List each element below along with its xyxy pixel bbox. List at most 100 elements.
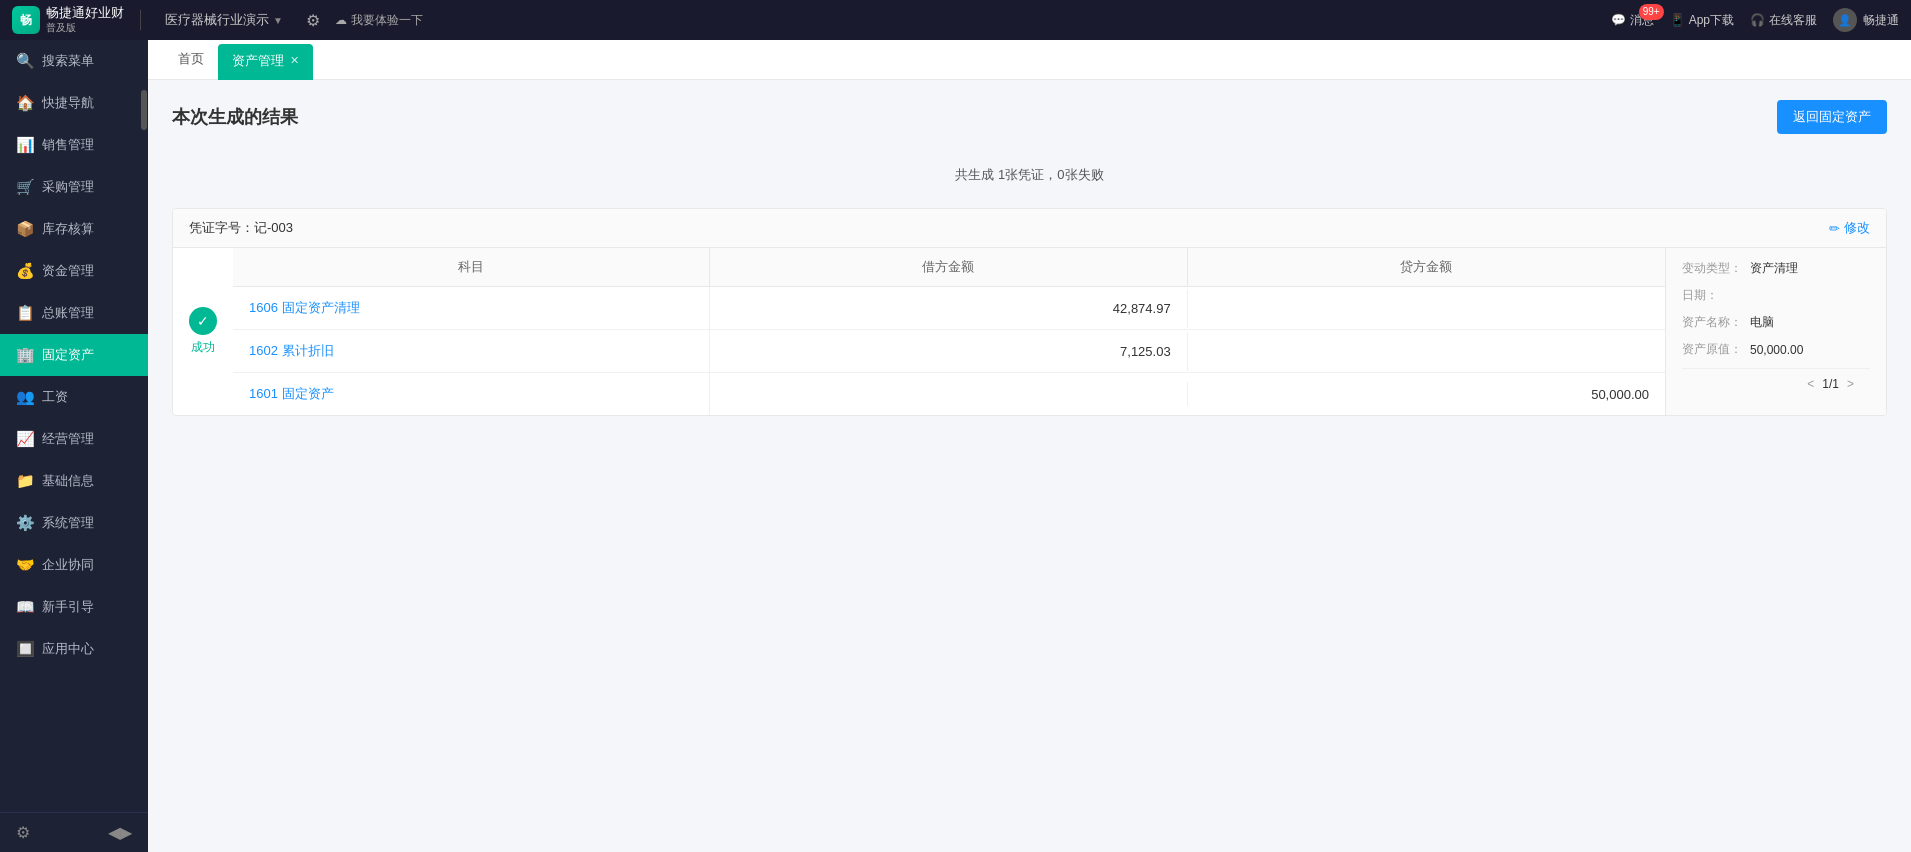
table-row: 1602 累计折旧 7,125.03: [233, 330, 1665, 373]
tab-assets[interactable]: 资产管理 ✕: [218, 44, 313, 80]
user-info[interactable]: 👤 畅捷通: [1833, 8, 1899, 32]
sidebar-label-cooperation: 企业协同: [42, 556, 94, 574]
cooperation-icon: 🤝: [16, 556, 34, 574]
return-button[interactable]: 返回固定资产: [1777, 100, 1887, 134]
sidebar-item-sales[interactable]: 📊 销售管理: [0, 124, 148, 166]
subject-cell[interactable]: 1601 固定资产: [233, 373, 710, 415]
settings-icon[interactable]: ⚙: [299, 6, 327, 34]
sidebar-label-system: 系统管理: [42, 514, 94, 532]
sidebar-item-system[interactable]: ⚙️ 系统管理: [0, 502, 148, 544]
sidebar-label-payroll: 工资: [42, 388, 68, 406]
debit-cell: [710, 382, 1187, 406]
sidebar-label-inventory: 库存核算: [42, 220, 94, 238]
app-download-button[interactable]: 📱 App下载: [1670, 12, 1734, 29]
sidebar-item-ledger[interactable]: 📋 总账管理: [0, 292, 148, 334]
sidebar-label-sales: 销售管理: [42, 136, 94, 154]
service-icon: 🎧: [1750, 13, 1765, 27]
sidebar-label-search: 搜索菜单: [42, 52, 94, 70]
col-subject: 科目: [233, 248, 710, 286]
asset-value-row: 资产原值： 50,000.00: [1682, 341, 1870, 358]
app-edition: 普及版: [46, 21, 124, 35]
sidebar-item-payroll[interactable]: 👥 工资: [0, 376, 148, 418]
tab-home[interactable]: 首页: [164, 40, 218, 80]
main-layout: 🔍 搜索菜单 🏠 快捷导航 📊 销售管理 🛒 采购管理 📦 库存核算 💰 资金管…: [0, 40, 1911, 852]
purchase-icon: 🛒: [16, 178, 34, 196]
sidebar-label-purchase: 采购管理: [42, 178, 94, 196]
table-row: 1601 固定资产 50,000.00: [233, 373, 1665, 415]
asset-name-label: 资产名称：: [1682, 314, 1742, 331]
asset-value-value: 50,000.00: [1750, 343, 1803, 357]
sidebar-item-appcenter[interactable]: 🔲 应用中心: [0, 628, 148, 670]
pagination-nav: < 1/1 >: [1807, 377, 1854, 391]
sidebar-item-inventory[interactable]: 📦 库存核算: [0, 208, 148, 250]
sidebar-item-quicknav[interactable]: 🏠 快捷导航: [0, 82, 148, 124]
date-row: 日期：: [1682, 287, 1870, 304]
sidebar-label-management: 经营管理: [42, 430, 94, 448]
date-label: 日期：: [1682, 287, 1718, 304]
messages-button[interactable]: 💬 消息 99+: [1611, 12, 1654, 29]
tab-assets-label: 资产管理: [232, 52, 284, 70]
online-service-button[interactable]: 🎧 在线客服: [1750, 12, 1817, 29]
voucher-card: 凭证字号：记-003 ✏ 修改 ✓ 成功: [172, 208, 1887, 416]
tab-close-icon[interactable]: ✕: [290, 54, 299, 67]
edit-button[interactable]: ✏ 修改: [1829, 219, 1870, 237]
col-debit: 借方金额: [710, 248, 1187, 286]
funds-icon: 💰: [16, 262, 34, 280]
sidebar-item-purchase[interactable]: 🛒 采购管理: [0, 166, 148, 208]
company-name: 医疗器械行业演示: [165, 11, 269, 29]
success-icon: ✓: [189, 307, 217, 335]
change-type-row: 变动类型： 资产清理: [1682, 260, 1870, 277]
messages-badge: 99+: [1639, 4, 1664, 20]
credit-cell: 50,000.00: [1188, 375, 1665, 414]
avatar: 👤: [1833, 8, 1857, 32]
status-cell: ✓ 成功: [173, 248, 233, 415]
debit-cell: 42,874.97: [710, 289, 1187, 328]
subject-cell[interactable]: 1606 固定资产清理: [233, 287, 710, 329]
asset-value-label: 资产原值：: [1682, 341, 1742, 358]
edit-icon: ✏: [1829, 221, 1840, 236]
collapse-icon[interactable]: ◀▶: [108, 823, 132, 842]
credit-cell: [1188, 339, 1665, 363]
asset-name-row: 资产名称： 电脑: [1682, 314, 1870, 331]
header-right: 💬 消息 99+ 📱 App下载 🎧 在线客服 👤 畅捷通: [1611, 8, 1899, 32]
change-type-value: 资产清理: [1750, 260, 1798, 277]
table-body: 1606 固定资产清理 42,874.97 1602 累计折旧 7,125.03…: [233, 287, 1665, 415]
basicinfo-icon: 📁: [16, 472, 34, 490]
change-type-label: 变动类型：: [1682, 260, 1742, 277]
prev-page-button[interactable]: <: [1807, 377, 1814, 391]
sidebar-item-management[interactable]: 📈 经营管理: [0, 418, 148, 460]
side-info-panel: 变动类型： 资产清理 日期： 资产名称： 电脑 资产原值：: [1666, 248, 1886, 415]
quicknav-icon: 🏠: [16, 94, 34, 112]
next-page-button[interactable]: >: [1847, 377, 1854, 391]
experience-button[interactable]: ☁ 我要体验一下: [335, 12, 423, 29]
sidebar-label-guide: 新手引导: [42, 598, 94, 616]
logo-icon: 畅: [12, 6, 40, 34]
sidebar-item-search[interactable]: 🔍 搜索菜单: [0, 40, 148, 82]
inventory-icon: 📦: [16, 220, 34, 238]
voucher-number: 凭证字号：记-003: [189, 219, 293, 237]
credit-cell: [1188, 296, 1665, 320]
content-area: 首页 资产管理 ✕ 本次生成的结果 返回固定资产 共生成 1张凭证，0张失败: [148, 40, 1911, 852]
subject-cell[interactable]: 1602 累计折旧: [233, 330, 710, 372]
message-icon: 💬: [1611, 13, 1626, 27]
page-content: 本次生成的结果 返回固定资产 共生成 1张凭证，0张失败 凭证字号：记-003 …: [148, 80, 1911, 852]
tab-home-label: 首页: [178, 50, 204, 68]
voucher-table: 科目 借方金额 贷方金额 1606 固定资产清理 42,874.97 1602 …: [233, 248, 1666, 415]
fixedassets-icon: 🏢: [16, 346, 34, 364]
sidebar-item-guide[interactable]: 📖 新手引导: [0, 586, 148, 628]
sidebar-label-basicinfo: 基础信息: [42, 472, 94, 490]
sidebar-item-cooperation[interactable]: 🤝 企业协同: [0, 544, 148, 586]
settings-footer-icon[interactable]: ⚙: [16, 823, 30, 842]
page-info: 1/1: [1822, 377, 1839, 391]
username: 畅捷通: [1863, 12, 1899, 29]
system-icon: ⚙️: [16, 514, 34, 532]
tab-bar: 首页 资产管理 ✕: [148, 40, 1911, 80]
sidebar-item-fixedassets[interactable]: 🏢 固定资产: [0, 334, 148, 376]
company-selector[interactable]: 医疗器械行业演示 ▼: [157, 11, 291, 29]
debit-cell: 7,125.03: [710, 332, 1187, 371]
sidebar-item-basicinfo[interactable]: 📁 基础信息: [0, 460, 148, 502]
sidebar-item-funds[interactable]: 💰 资金管理: [0, 250, 148, 292]
asset-name-value: 电脑: [1750, 314, 1774, 331]
voucher-body: ✓ 成功 科目 借方金额 贷方金额 1606 固定资产清理 42,874.97: [173, 248, 1886, 415]
voucher-header: 凭证字号：记-003 ✏ 修改: [173, 209, 1886, 248]
